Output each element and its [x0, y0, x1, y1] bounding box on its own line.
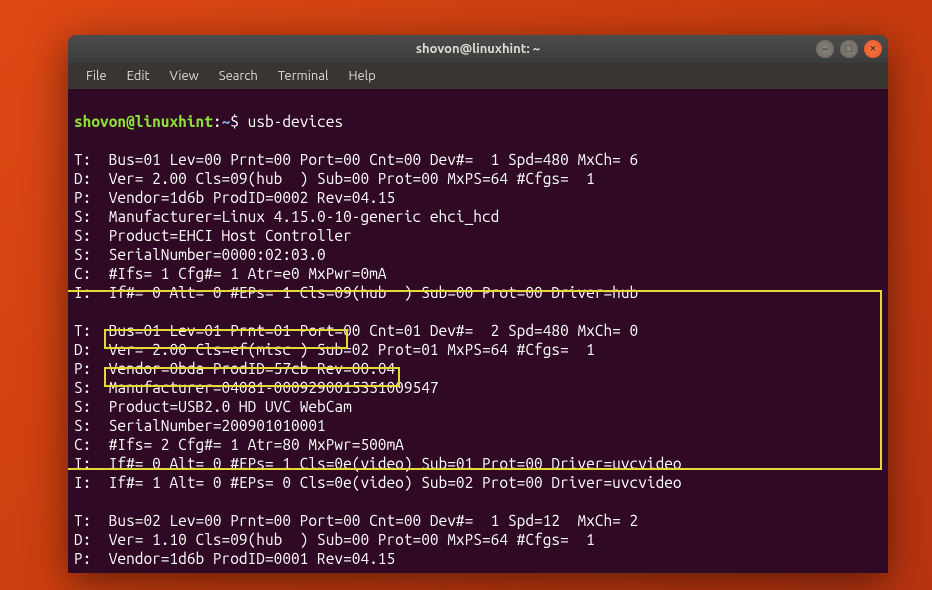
output-line: S:	[74, 398, 109, 415]
close-button[interactable]: ×	[864, 40, 882, 58]
output-line: Rev=00.04	[308, 360, 395, 377]
output-line: D: Ver= 2.00 Cls=ef(misc ) Sub=02 Prot=0…	[74, 341, 595, 358]
output-line: S: Product=EHCI Host Controller	[74, 227, 352, 244]
output-line: T: Bus=02 Lev=00 Prnt=00 Port=00 Cnt=00 …	[74, 512, 638, 529]
output-line: I: If#= 0 Alt= 0 #EPs= 1 Cls=0e(video) S…	[74, 455, 682, 472]
output-line: P: Vendor=1d6b ProdID=0002 Rev=04.15	[74, 189, 395, 206]
output-line: S: SerialNumber=0000:02:03.0	[74, 246, 326, 263]
output-line: S: SerialNumber=200901010001	[74, 417, 326, 434]
menu-help[interactable]: Help	[338, 65, 385, 87]
output-line: D: Ver= 1.10 Cls=09(hub ) Sub=00 Prot=00…	[74, 531, 595, 548]
output-line: C: #Ifs= 1 Cfg#= 1 Atr=e0 MxPwr=0mA	[74, 265, 386, 282]
highlight-vendor-prodid: Vendor=0bda ProdID=57cb	[109, 360, 309, 377]
output-line: I: If#= 1 Alt= 0 #EPs= 0 Cls=0e(video) S…	[74, 474, 682, 491]
titlebar[interactable]: shovon@linuxhint: ~ – □ ×	[68, 35, 888, 63]
menu-terminal[interactable]: Terminal	[268, 65, 339, 87]
output-line: P:	[74, 360, 109, 377]
output-line: P: Vendor=1d6b ProdID=0001 Rev=04.15	[74, 550, 395, 567]
maximize-button[interactable]: □	[840, 40, 858, 58]
minimize-button[interactable]: –	[816, 40, 834, 58]
output-line: T: Bus=01 Lev=01 Prnt=01 Port=00 Cnt=01 …	[74, 322, 638, 339]
terminal-content[interactable]: shovon@linuxhint:~$ usb-devices T: Bus=0…	[68, 89, 888, 573]
terminal-window: shovon@linuxhint: ~ – □ × File Edit View…	[68, 35, 888, 573]
prompt-userhost: shovon@linuxhint	[74, 113, 213, 130]
output-line: S: Manufacturer=04081-000929001535100954…	[74, 379, 439, 396]
output-line: T: Bus=01 Lev=00 Prnt=00 Port=00 Cnt=00 …	[74, 151, 638, 168]
output-line: C: #Ifs= 2 Cfg#= 1 Atr=80 MxPwr=500mA	[74, 436, 404, 453]
command-text: usb-devices	[248, 113, 343, 130]
prompt-path: ~	[222, 113, 231, 130]
output-line: I: If#= 0 Alt= 0 #EPs= 1 Cls=09(hub ) Su…	[74, 284, 638, 301]
menu-edit[interactable]: Edit	[117, 65, 160, 87]
window-title: shovon@linuxhint: ~	[416, 42, 540, 56]
menu-view[interactable]: View	[160, 65, 209, 87]
output-line: D: Ver= 2.00 Cls=09(hub ) Sub=00 Prot=00…	[74, 170, 595, 187]
output-line: S: Manufacturer=Linux 4.15.0-10-generic …	[74, 208, 499, 225]
menu-file[interactable]: File	[76, 65, 117, 87]
window-controls: – □ ×	[816, 40, 882, 58]
menu-search[interactable]: Search	[209, 65, 268, 87]
prompt-dollar: $	[230, 113, 247, 130]
highlight-product: Product=USB2.0 HD UVC WebCam	[109, 398, 352, 415]
menubar: File Edit View Search Terminal Help	[68, 63, 888, 89]
prompt-colon: :	[213, 113, 222, 130]
